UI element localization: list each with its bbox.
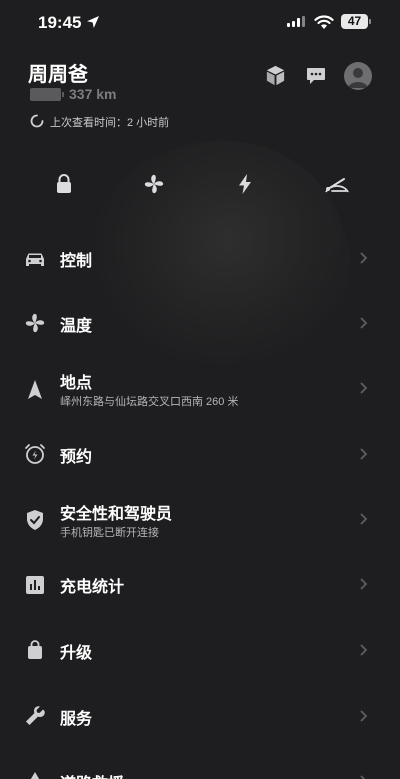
wifi-icon <box>314 15 334 29</box>
cellular-signal-icon <box>287 16 305 27</box>
menu-item-schedule[interactable]: 预约 <box>0 424 400 484</box>
wrench-icon <box>26 706 45 725</box>
menu-item-controls[interactable]: 控制 <box>0 228 400 288</box>
menu-item-label: 地点 <box>60 375 93 392</box>
menu-item-label: 升级 <box>60 645 93 662</box>
chevron-right-icon <box>360 775 366 779</box>
menu-item-location[interactable]: 地点 峄州东路与仙坛路交叉口西南 260 米 <box>0 358 400 418</box>
menu-item-temperature[interactable]: 温度 <box>0 293 400 353</box>
chevron-right-icon <box>360 513 368 525</box>
menu-item-subtitle: 手机钥匙已断开连接 <box>60 527 159 539</box>
vehicle-name: 周周爸 <box>28 64 88 86</box>
shield-icon <box>27 510 43 530</box>
lock-icon[interactable] <box>52 172 76 196</box>
car-icon <box>26 253 44 266</box>
chevron-right-icon <box>360 578 368 590</box>
menu-item-roadside-assistance[interactable]: 道路救援 <box>0 751 400 779</box>
status-bar: 19:45 47 <box>0 0 400 46</box>
wiper-icon[interactable] <box>324 172 350 196</box>
menu-item-label: 道路救援 <box>60 770 124 779</box>
last-seen-text: 上次查看时间：2 小时前 <box>50 117 170 129</box>
message-icon[interactable] <box>306 67 326 85</box>
chevron-right-icon <box>360 644 368 656</box>
menu-item-label: 预约 <box>60 449 93 466</box>
alarm-clock-icon <box>25 444 45 464</box>
menu-item-security[interactable]: 安全性和驾驶员 手机钥匙已断开连接 <box>0 489 400 549</box>
user-icon <box>348 68 368 88</box>
menu-item-service[interactable]: 服务 <box>0 686 400 746</box>
chevron-right-icon <box>360 448 368 460</box>
menu-item-label: 控制 <box>60 253 93 270</box>
menu-item-label: 温度 <box>60 318 93 335</box>
location-arrow-icon <box>87 16 99 28</box>
navigation-arrow-icon <box>28 380 42 399</box>
avatar[interactable] <box>344 62 372 90</box>
menu-item-label: 服务 <box>60 711 93 728</box>
menu-item-upgrades[interactable]: 升级 <box>0 620 400 680</box>
battery-level-icon <box>30 88 64 101</box>
menu-item-charging-stats[interactable]: 充电统计 <box>0 554 400 614</box>
menu-item-label: 安全性和驾驶员 <box>60 506 173 523</box>
menu-item-label: 充电统计 <box>60 579 125 596</box>
chevron-right-icon <box>360 710 368 722</box>
fan-icon[interactable] <box>142 172 166 196</box>
bar-chart-icon <box>26 576 44 594</box>
chevron-right-icon <box>360 382 368 394</box>
app-screen: 19:45 47 周周爸 337 km 上次查看时间：2 小时前 控制 温度 地… <box>0 0 400 779</box>
battery-indicator: 47 <box>341 14 371 29</box>
range-text: 337 km <box>69 86 117 102</box>
box-icon[interactable] <box>264 64 287 87</box>
refresh-spinner-icon <box>30 114 44 128</box>
shopping-bag-icon <box>28 640 42 659</box>
menu-item-subtitle: 峄州东路与仙坛路交叉口西南 260 米 <box>60 396 239 408</box>
bolt-icon[interactable] <box>233 172 257 196</box>
status-time: 19:45 <box>38 13 82 32</box>
chevron-right-icon <box>360 317 368 329</box>
chevron-right-icon <box>360 252 368 264</box>
warning-icon <box>30 772 40 779</box>
fan-icon <box>25 313 45 333</box>
